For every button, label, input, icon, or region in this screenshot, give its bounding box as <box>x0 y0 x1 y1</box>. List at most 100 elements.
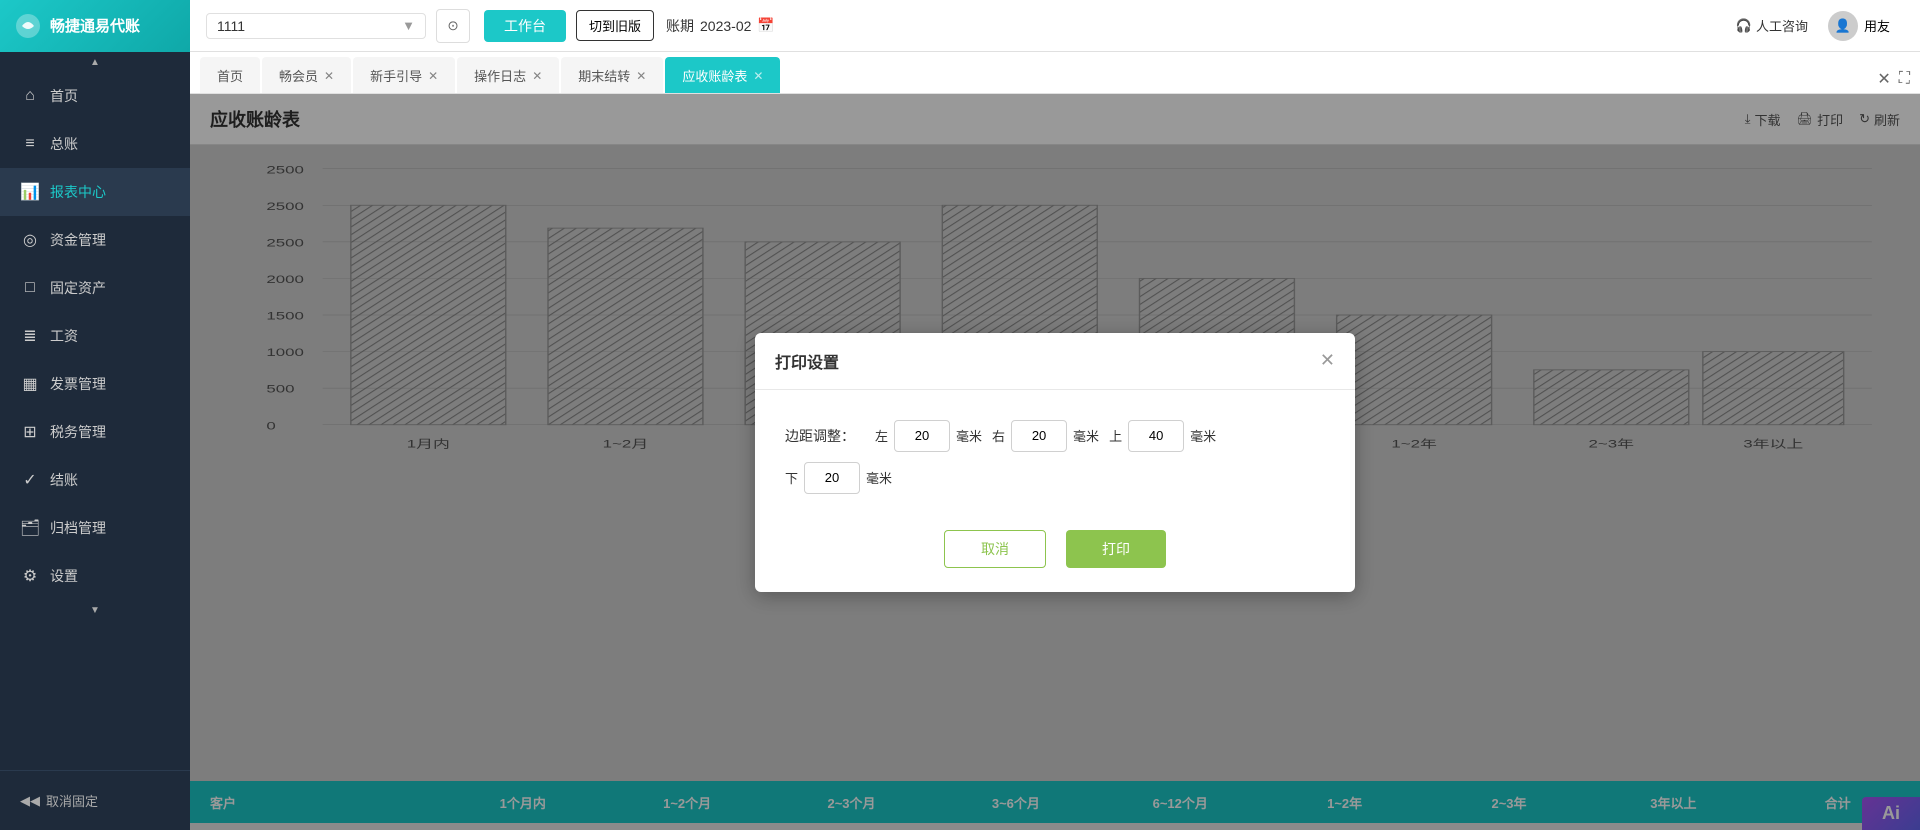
sidebar-item-label: 设置 <box>50 566 78 586</box>
sidebar-item-label: 发票管理 <box>50 374 106 394</box>
sidebar-item-archive[interactable]: 🗂 归档管理 <box>0 504 190 552</box>
sidebar-scroll-up[interactable]: ▲ <box>0 52 190 72</box>
modal-footer: 取消 打印 <box>755 514 1355 592</box>
modal-body: 边距调整： 左 毫米 右 毫米 <box>755 390 1355 514</box>
tab-actions: ✕ ⛶ <box>1877 69 1910 93</box>
margin-top-group: 上 毫米 <box>1109 420 1216 452</box>
sidebar-item-tax[interactable]: ⊞ 税务管理 <box>0 408 190 456</box>
sidebar-item-assets[interactable]: □ 固定资产 <box>0 264 190 312</box>
margin-left-input[interactable] <box>894 420 950 452</box>
sidebar-item-label: 首页 <box>50 86 78 106</box>
collapse-button[interactable]: ◀◀ 取消固定 <box>0 781 190 820</box>
margin-right-label: 右 <box>992 426 1005 445</box>
company-selector[interactable]: 1111 ▼ <box>206 13 426 39</box>
margin-left-unit: 毫米 <box>956 426 982 445</box>
sidebar-item-label: 资金管理 <box>50 230 106 250</box>
tab-guide-label: 新手引导 <box>370 66 422 85</box>
margin-left-label: 左 <box>875 426 888 445</box>
content-area: 首页 畅会员 ✕ 新手引导 ✕ 操作日志 ✕ 期末结转 ✕ 应收账龄表 ✕ <box>190 52 1920 830</box>
sidebar-item-label: 工资 <box>50 326 78 346</box>
sidebar-item-settlement[interactable]: ✓ 结账 <box>0 456 190 504</box>
reports-icon: 📊 <box>20 182 40 202</box>
margin-top-label: 上 <box>1109 426 1122 445</box>
cancel-button[interactable]: 取消 <box>944 530 1046 568</box>
top-bar: 畅捷通易代账 1111 ▼ ⊙ 工作台 切到旧版 账期 2023-02 📅 🎧 … <box>0 0 1920 52</box>
collapse-label: 取消固定 <box>46 791 98 810</box>
support-link[interactable]: 🎧 人工咨询 <box>1736 16 1808 35</box>
settlement-icon: ✓ <box>20 470 40 490</box>
tab-aging-close[interactable]: ✕ <box>753 69 763 83</box>
print-dialog: 打印设置 ✕ 边距调整： 左 毫米 右 <box>755 333 1355 592</box>
tab-yearend-close[interactable]: ✕ <box>636 69 646 83</box>
sidebar-item-label: 结账 <box>50 470 78 490</box>
tab-aging[interactable]: 应收账龄表 ✕ <box>665 57 780 93</box>
invoices-icon: ▦ <box>20 374 40 394</box>
tab-guide-close[interactable]: ✕ <box>428 69 438 83</box>
workbench-button[interactable]: 工作台 <box>484 10 566 42</box>
tab-member[interactable]: 畅会员 ✕ <box>262 57 351 93</box>
sidebar: ▲ ⌂ 首页 ≡ 总账 📊 报表中心 ◎ 资金管理 □ 固定资产 ≣ 工资 ▦ … <box>0 52 190 830</box>
margin-bottom-group: 下 毫米 <box>785 462 892 494</box>
sidebar-item-label: 报表中心 <box>50 182 106 202</box>
period-area: 账期 2023-02 📅 <box>666 16 775 36</box>
tab-oplog[interactable]: 操作日志 ✕ <box>457 57 559 93</box>
margin-bottom-input[interactable] <box>804 462 860 494</box>
print-confirm-button[interactable]: 打印 <box>1066 530 1166 568</box>
modal-close-button[interactable]: ✕ <box>1320 350 1335 371</box>
calendar-icon[interactable]: 📅 <box>757 17 774 34</box>
tab-maximize[interactable]: ⛶ <box>1899 70 1910 88</box>
sidebar-item-label: 总账 <box>50 134 78 154</box>
tab-close-window[interactable]: ✕ <box>1877 69 1890 89</box>
home-icon: ⌂ <box>20 87 40 105</box>
modal-header: 打印设置 ✕ <box>755 333 1355 390</box>
top-right: 🎧 人工咨询 👤 用友 <box>1736 11 1910 41</box>
sidebar-item-reports[interactable]: 📊 报表中心 <box>0 168 190 216</box>
tab-home[interactable]: 首页 <box>200 57 260 93</box>
collapse-icon: ◀◀ <box>20 793 40 809</box>
tab-bar: 首页 畅会员 ✕ 新手引导 ✕ 操作日志 ✕ 期末结转 ✕ 应收账龄表 ✕ <box>190 52 1920 94</box>
sidebar-item-ledger[interactable]: ≡ 总账 <box>0 120 190 168</box>
company-name: 1111 <box>217 18 394 34</box>
copy-icon: ⊙ <box>447 18 458 34</box>
settings-icon: ⚙ <box>20 566 40 586</box>
copy-button[interactable]: ⊙ <box>436 9 470 43</box>
switch-button[interactable]: 切到旧版 <box>576 10 654 41</box>
tab-home-label: 首页 <box>217 66 243 85</box>
ledger-icon: ≡ <box>20 135 40 153</box>
sidebar-item-invoices[interactable]: ▦ 发票管理 <box>0 360 190 408</box>
support-label: 人工咨询 <box>1756 16 1808 35</box>
main-layout: ▲ ⌂ 首页 ≡ 总账 📊 报表中心 ◎ 资金管理 □ 固定资产 ≣ 工资 ▦ … <box>0 52 1920 830</box>
sidebar-item-label: 归档管理 <box>50 518 106 538</box>
sidebar-item-home[interactable]: ⌂ 首页 <box>0 72 190 120</box>
sidebar-item-settings[interactable]: ⚙ 设置 <box>0 552 190 600</box>
margin-right-unit: 毫米 <box>1073 426 1099 445</box>
margin-top-unit: 毫米 <box>1190 426 1216 445</box>
margin-bottom-label: 下 <box>785 468 798 487</box>
margin-right-input[interactable] <box>1011 420 1067 452</box>
sidebar-item-label: 税务管理 <box>50 422 106 442</box>
sidebar-item-label: 固定资产 <box>50 278 106 298</box>
sidebar-item-payroll[interactable]: ≣ 工资 <box>0 312 190 360</box>
dropdown-icon: ▼ <box>402 18 415 33</box>
funds-icon: ◎ <box>20 230 40 250</box>
tab-guide[interactable]: 新手引导 ✕ <box>353 57 455 93</box>
period-label: 账期 <box>666 16 694 36</box>
tab-aging-label: 应收账龄表 <box>682 66 747 85</box>
margin-top-input[interactable] <box>1128 420 1184 452</box>
user-avatar: 👤 <box>1828 11 1858 41</box>
user-label: 用友 <box>1864 16 1890 35</box>
user-area[interactable]: 👤 用友 <box>1828 11 1890 41</box>
tab-yearend[interactable]: 期末结转 ✕ <box>561 57 663 93</box>
avatar-icon: 👤 <box>1835 18 1851 34</box>
headset-icon: 🎧 <box>1736 18 1752 34</box>
sidebar-item-funds[interactable]: ◎ 资金管理 <box>0 216 190 264</box>
logo-area: 畅捷通易代账 <box>0 0 190 52</box>
tab-member-close[interactable]: ✕ <box>324 69 334 83</box>
assets-icon: □ <box>20 279 40 297</box>
page-content: 应收账龄表 ⤓ 下载 🖨 打印 ↻ 刷新 <box>190 94 1920 830</box>
margin-row: 边距调整： 左 毫米 右 毫米 <box>785 420 1325 494</box>
sidebar-scroll-down[interactable]: ▼ <box>0 600 190 620</box>
logo-icon <box>14 12 42 40</box>
payroll-icon: ≣ <box>20 326 40 346</box>
tab-oplog-close[interactable]: ✕ <box>532 69 542 83</box>
